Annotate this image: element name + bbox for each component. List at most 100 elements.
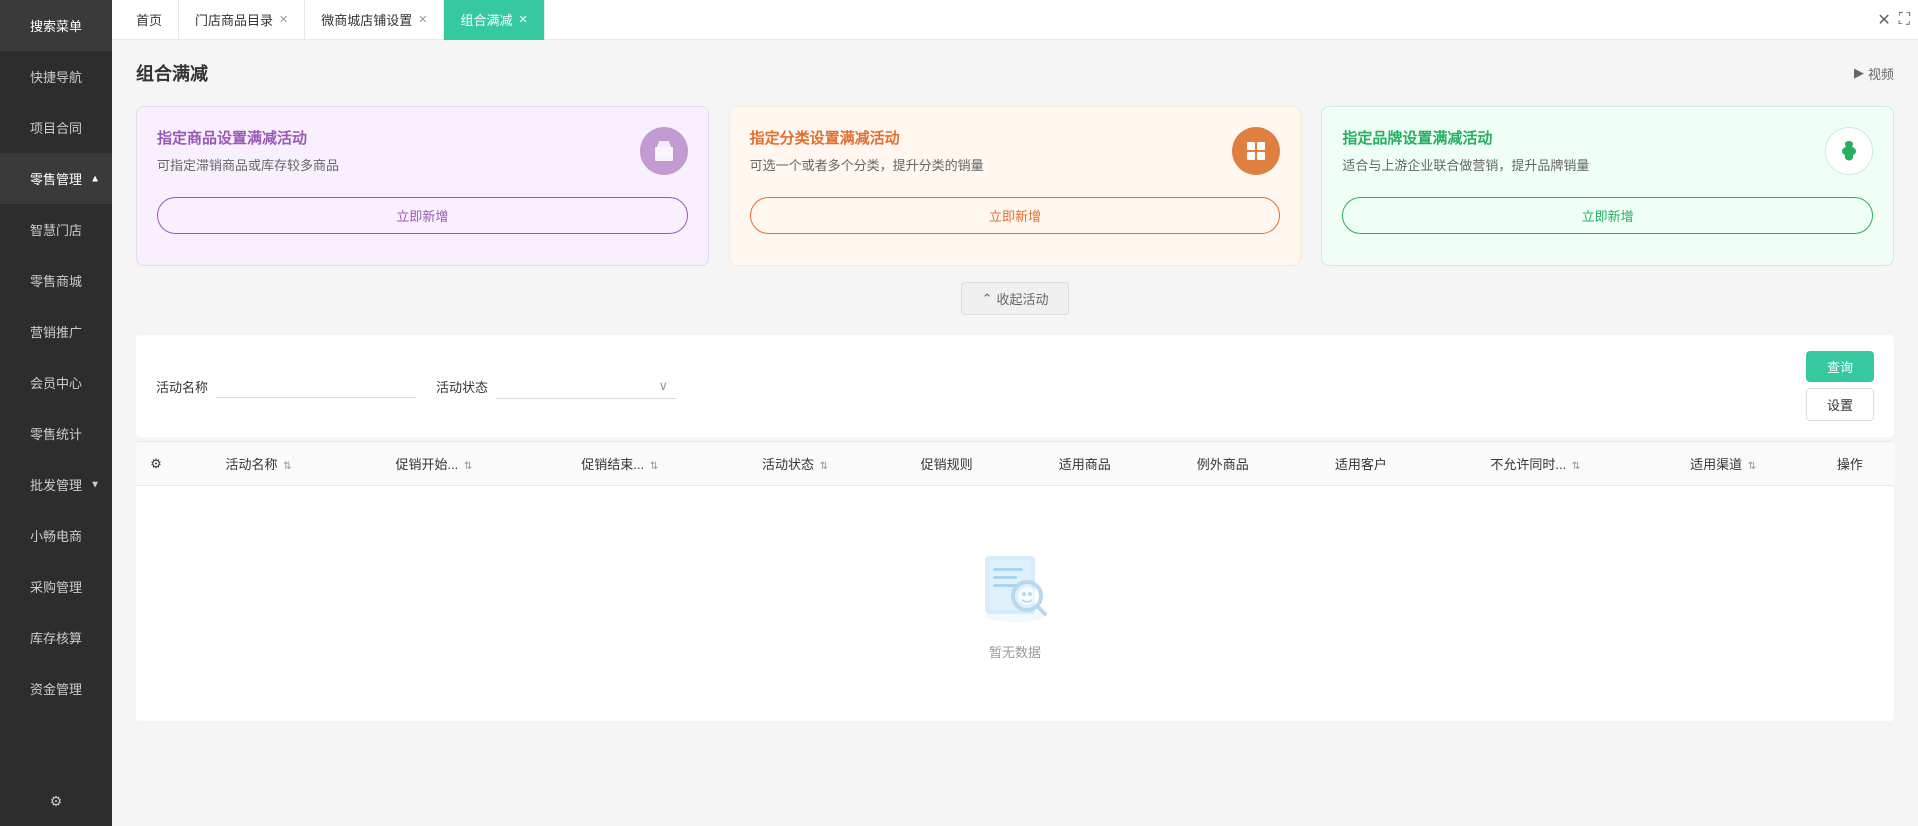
close-window-button[interactable]: ✕ [1877, 10, 1890, 30]
promo-card-category: 指定分类设置满减活动 可选一个或者多个分类，提升分类的销量 立即新增 [729, 106, 1302, 266]
activity-status-field: 活动状态 ∨ [436, 374, 676, 399]
empty-text: 暂无数据 [156, 642, 1874, 661]
tab-close-active-icon[interactable]: ✕ [519, 13, 528, 26]
brand-card-add-button[interactable]: 立即新增 [1342, 197, 1873, 234]
page-content: 组合满减 ▶ 视频 指定商品设置满减活动 可指定滞销商品或库存较 [112, 40, 1918, 826]
sidebar: 搜索菜单 快捷导航 项目合同 零售管理 ▲ 智慧门店 零售商城 营销推广 会员中… [0, 0, 112, 826]
brand-card-title: 指定品牌设置满减活动 [1342, 127, 1873, 148]
brand-card-desc: 适合与上游企业联合做营销，提升品牌销量 [1342, 156, 1873, 177]
tab-close-icon[interactable]: ✕ [418, 13, 427, 26]
promo-card-brand: 指定品牌设置满减活动 适合与上游企业联合做营销，提升品牌销量 立即新增 [1321, 106, 1894, 266]
col-label: 适用商品 [1059, 457, 1111, 472]
table-header-promo-rules: 促销规则 [878, 442, 1016, 486]
tab-wechat-store-label: 微商城店铺设置 [321, 10, 412, 29]
sidebar-item-search[interactable]: 搜索菜单 [0, 0, 112, 51]
col-label: 活动状态 [762, 457, 814, 472]
col-label: 例外商品 [1197, 457, 1249, 472]
category-card-icon [1232, 127, 1280, 175]
sidebar-item-label: 资金管理 [30, 682, 82, 697]
table-header-no-concurrent[interactable]: 不允许同时... ⇅ [1430, 442, 1641, 486]
sidebar-item-label: 搜索菜单 [30, 19, 82, 34]
sidebar-item-label: 项目合同 [30, 121, 82, 136]
table-header-promo-start[interactable]: 促销开始... ⇅ [341, 442, 527, 486]
col-label: 促销结束... [581, 457, 644, 472]
tab-product-catalog-label: 门店商品目录 [195, 10, 273, 29]
sort-icon: ⇅ [283, 461, 291, 472]
collapse-bar: ⌃ 收起活动 [136, 282, 1894, 315]
sidebar-item-label: 营销推广 [30, 325, 82, 340]
table-header-promo-end[interactable]: 促销结束... ⇅ [527, 442, 713, 486]
sidebar-item-label: 库存核算 [30, 631, 82, 646]
sidebar-item-purchase[interactable]: 采购管理 [0, 561, 112, 612]
sidebar-item-retail-stats[interactable]: 零售统计 [0, 408, 112, 459]
sort-icon: ⇅ [820, 461, 828, 472]
sidebar-item-label: 快捷导航 [30, 70, 82, 85]
tab-bar: 首页 门店商品目录 ✕ 微商城店铺设置 ✕ 组合满减 ✕ ✕ ⛶ [112, 0, 1918, 40]
table-header-exception-products: 例外商品 [1154, 442, 1292, 486]
main-area: 首页 门店商品目录 ✕ 微商城店铺设置 ✕ 组合满减 ✕ ✕ ⛶ 组合满减 ▶ … [112, 0, 1918, 826]
table-header-settings[interactable]: ⚙ [136, 442, 176, 486]
collapse-icon: ⌃ [982, 291, 993, 307]
settings-icon: ⚙ [50, 793, 63, 809]
search-buttons: 查询 设置 [1806, 351, 1874, 421]
category-card-add-button[interactable]: 立即新增 [750, 197, 1281, 234]
sidebar-settings[interactable]: ⚙ [0, 777, 112, 826]
chevron-up-icon: ▲ [90, 173, 100, 184]
table-header-applicable-products: 适用商品 [1016, 442, 1154, 486]
activity-status-label: 活动状态 [436, 377, 488, 396]
sort-icon: ⇅ [650, 461, 658, 472]
product-card-icon [640, 127, 688, 175]
table-header-activity-status[interactable]: 活动状态 ⇅ [713, 442, 878, 486]
video-link[interactable]: ▶ 视频 [1854, 64, 1894, 83]
tab-product-catalog[interactable]: 门店商品目录 ✕ [179, 0, 305, 40]
query-button[interactable]: 查询 [1806, 351, 1874, 382]
empty-state: 暂无数据 [136, 486, 1894, 721]
sidebar-item-wholesale[interactable]: 批发管理 ▼ [0, 459, 112, 510]
settings-button[interactable]: 设置 [1806, 388, 1874, 421]
tab-actions: ✕ ⛶ [1877, 10, 1910, 30]
col-label: 适用客户 [1335, 457, 1387, 472]
tab-home[interactable]: 首页 [120, 0, 179, 40]
tab-wechat-store[interactable]: 微商城店铺设置 ✕ [305, 0, 444, 40]
sidebar-item-contract[interactable]: 项目合同 [0, 102, 112, 153]
col-label: 活动名称 [225, 457, 277, 472]
sidebar-item-smart-store[interactable]: 智慧门店 [0, 204, 112, 255]
search-row: 活动名称 活动状态 ∨ 查询 设置 [156, 351, 1874, 421]
sidebar-item-label: 小畅电商 [30, 529, 82, 544]
activity-name-field: 活动名称 [156, 374, 416, 398]
sidebar-item-label: 零售统计 [30, 427, 82, 442]
sidebar-item-label: 智慧门店 [30, 223, 82, 238]
sort-icon: ⇅ [1572, 461, 1580, 472]
chevron-down-icon: ∨ [659, 378, 669, 394]
tab-combo-discount[interactable]: 组合满减 ✕ [444, 0, 544, 40]
activity-name-label: 活动名称 [156, 377, 208, 396]
table-header-applicable-customers: 适用客户 [1292, 442, 1430, 486]
video-label: 视频 [1868, 64, 1894, 83]
product-card-add-button[interactable]: 立即新增 [157, 197, 688, 234]
sidebar-item-finance[interactable]: 资金管理 [0, 663, 112, 714]
page-header: 组合满减 ▶ 视频 [136, 60, 1894, 86]
play-icon: ▶ [1854, 65, 1864, 81]
sidebar-item-retail-mall[interactable]: 零售商城 [0, 255, 112, 306]
col-label: 促销开始... [395, 457, 458, 472]
sidebar-item-label: 零售管理 [30, 172, 82, 187]
table-header-applicable-channels[interactable]: 适用渠道 ⇅ [1641, 442, 1806, 486]
sidebar-item-marketing[interactable]: 营销推广 [0, 306, 112, 357]
sidebar-item-ecommerce[interactable]: 小畅电商 [0, 510, 112, 561]
sidebar-item-label: 零售商城 [30, 274, 82, 289]
sidebar-item-quicknav[interactable]: 快捷导航 [0, 51, 112, 102]
table-header-activity-name[interactable]: 活动名称 ⇅ [176, 442, 341, 486]
expand-window-button[interactable]: ⛶ [1899, 11, 1910, 29]
sidebar-item-retail-manage[interactable]: 零售管理 ▲ [0, 153, 112, 204]
page-title: 组合满减 [136, 60, 208, 86]
tab-close-icon[interactable]: ✕ [279, 13, 288, 26]
activity-status-select[interactable]: ∨ [496, 374, 676, 399]
tab-combo-discount-label: 组合满减 [460, 10, 512, 29]
col-label: 不允许同时... [1490, 457, 1566, 472]
settings-icon: ⚙ [150, 456, 162, 471]
sidebar-item-member[interactable]: 会员中心 [0, 357, 112, 408]
sidebar-item-inventory[interactable]: 库存核算 [0, 612, 112, 663]
collapse-activity-button[interactable]: ⌃ 收起活动 [961, 282, 1070, 315]
activity-name-input[interactable] [216, 374, 416, 398]
sort-icon: ⇅ [464, 461, 472, 472]
